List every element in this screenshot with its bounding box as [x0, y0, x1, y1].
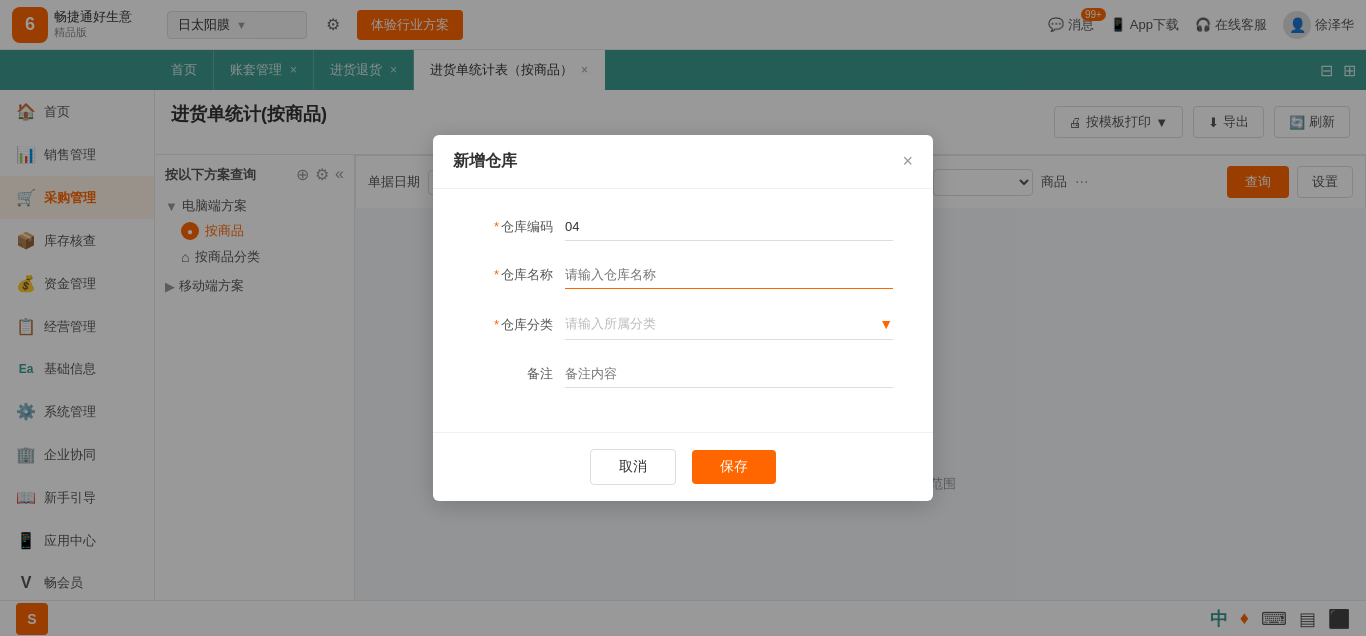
modal-footer: 取消 保存: [433, 432, 933, 501]
form-row-remark: 备注: [473, 360, 893, 388]
remark-label: 备注: [473, 365, 553, 383]
save-button[interactable]: 保存: [692, 450, 776, 484]
modal-overlay: 新增仓库 × 仓库编码 仓库名称 仓库分类 请输入所属分类 ▼: [0, 0, 1366, 636]
form-row-category: 仓库分类 请输入所属分类 ▼: [473, 309, 893, 340]
category-select[interactable]: 请输入所属分类 ▼: [565, 309, 893, 340]
form-row-name: 仓库名称: [473, 261, 893, 289]
name-input[interactable]: [565, 261, 893, 289]
cancel-button[interactable]: 取消: [590, 449, 676, 485]
modal-close-button[interactable]: ×: [902, 151, 913, 172]
add-warehouse-modal: 新增仓库 × 仓库编码 仓库名称 仓库分类 请输入所属分类 ▼: [433, 135, 933, 501]
remark-input[interactable]: [565, 360, 893, 388]
modal-title: 新增仓库: [453, 151, 517, 172]
category-placeholder: 请输入所属分类: [565, 315, 656, 333]
code-input[interactable]: [565, 213, 893, 241]
form-row-code: 仓库编码: [473, 213, 893, 241]
modal-header: 新增仓库 ×: [433, 135, 933, 189]
category-arrow-icon: ▼: [879, 316, 893, 332]
code-label: 仓库编码: [473, 218, 553, 236]
category-label: 仓库分类: [473, 316, 553, 334]
name-label: 仓库名称: [473, 266, 553, 284]
modal-body: 仓库编码 仓库名称 仓库分类 请输入所属分类 ▼ 备注: [433, 189, 933, 432]
